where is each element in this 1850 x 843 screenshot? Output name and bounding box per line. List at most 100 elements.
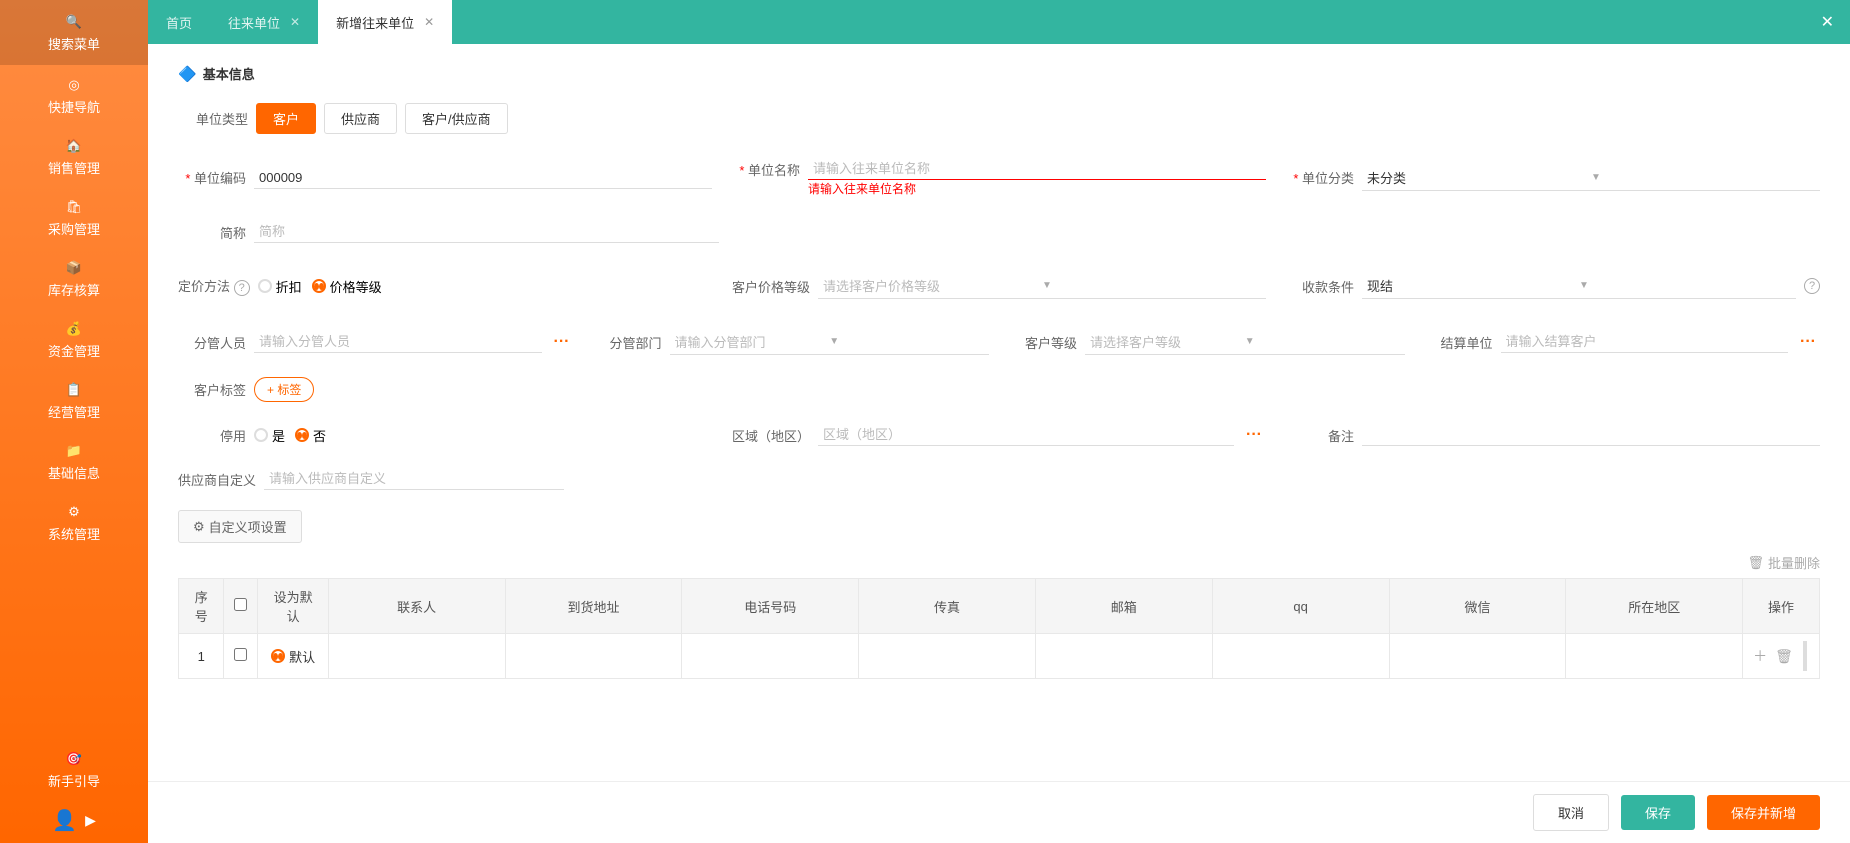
sidebar-bottom: 🎯 新手引导 👤 ▶ <box>0 741 148 843</box>
radio-level[interactable]: 价格等级 <box>312 277 382 296</box>
pricing-method-help-icon[interactable]: ? <box>234 280 250 296</box>
row-wechat-input[interactable] <box>1400 649 1556 664</box>
manager-label: 分管人员 <box>178 333 246 352</box>
custom-settings-button[interactable]: ⚙ 自定义项设置 <box>178 510 302 543</box>
sidebar-item-operations[interactable]: 📋 经营管理 <box>0 370 148 431</box>
save-button[interactable]: 保存 <box>1621 795 1695 830</box>
sidebar-item-inventory[interactable]: 📦 库存核算 <box>0 248 148 309</box>
select-all-checkbox[interactable] <box>234 598 247 611</box>
settlement-more-button[interactable]: ··· <box>1796 333 1820 351</box>
tab-partners[interactable]: 往来单位 ✕ <box>210 0 318 44</box>
operations-icon: 📋 <box>66 382 82 398</box>
customer-level-select[interactable]: 请选择客户等级 ▼ <box>1085 329 1405 355</box>
tab-new-partner-close[interactable]: ✕ <box>424 15 434 29</box>
row-address-input[interactable] <box>516 649 672 664</box>
row-customer-tags: 客户标签 + 标签 <box>178 377 1820 402</box>
region-more-button[interactable]: ··· <box>1242 426 1266 444</box>
btn-customer[interactable]: 客户 <box>256 103 316 134</box>
tab-new-partner[interactable]: 新增往来单位 ✕ <box>318 0 452 44</box>
customer-price-level-select[interactable]: 请选择客户价格等级 ▼ <box>818 273 1266 299</box>
row-wechat-cell <box>1389 634 1566 679</box>
sidebar-item-system[interactable]: ⚙ 系统管理 <box>0 492 148 553</box>
delete-row-icon[interactable]: 🗑 <box>1775 648 1793 665</box>
add-tag-button[interactable]: + 标签 <box>254 377 314 402</box>
row-contact-cell <box>328 634 505 679</box>
chevron-down-icon-payment: ▼ <box>1579 280 1791 291</box>
disable-radio-group: 是 否 <box>254 426 326 445</box>
remark-input[interactable] <box>1362 424 1820 446</box>
chevron-down-icon-level: ▼ <box>1245 336 1400 347</box>
unit-type-buttons: 客户 供应商 客户/供应商 <box>256 103 508 134</box>
btn-supplier[interactable]: 供应商 <box>324 103 397 134</box>
unit-name-input[interactable] <box>808 158 1266 180</box>
row-region-input[interactable] <box>1576 649 1732 664</box>
dept-select[interactable]: 请输入分管部门 ▼ <box>670 329 990 355</box>
sidebar-search-label: 搜索菜单 <box>48 34 100 53</box>
row-actions-cell: ＋ 🗑 <box>1743 634 1820 679</box>
section-icon: 🔷 <box>178 65 197 83</box>
unit-category-value: 未分类 <box>1367 168 1591 187</box>
row-default-radio[interactable]: 默认 <box>268 647 317 666</box>
contacts-table: 序号 设为默认 联系人 到货地址 电话号码 传真 邮箱 qq 微信 所在地区 <box>178 578 1820 679</box>
row-qq-input[interactable] <box>1223 649 1379 664</box>
radio-discount[interactable]: 折扣 <box>258 277 302 296</box>
system-icon: ⚙ <box>68 504 80 520</box>
row-phone-input[interactable] <box>692 649 848 664</box>
row-address-cell <box>505 634 682 679</box>
radio-no[interactable]: 否 <box>295 426 326 445</box>
field-unit-category: 单位分类 未分类 ▼ <box>1286 150 1820 205</box>
supplier-custom-input[interactable] <box>264 468 564 490</box>
settlement-input[interactable] <box>1501 331 1789 353</box>
user-icon: 👤 <box>52 808 77 833</box>
sidebar: 🔍 搜索菜单 ◎ 快捷导航 🏠 销售管理 🛍 采购管理 📦 库存核算 💰 资金管… <box>0 0 148 843</box>
table-toolbar: 🗑 批量删除 <box>178 553 1820 572</box>
row-drag-handle[interactable] <box>1803 641 1807 671</box>
abbr-input[interactable] <box>254 221 719 243</box>
main-area: 首页 往来单位 ✕ 新增往来单位 ✕ ✕ 🔷 基本信息 单位类型 客户 供应商 … <box>148 0 1850 843</box>
sidebar-user-area[interactable]: 👤 ▶ <box>0 798 148 843</box>
field-region: 区域（地区） ··· <box>732 416 1266 454</box>
sidebar-item-quick-nav[interactable]: ◎ 快捷导航 <box>0 65 148 126</box>
tab-home[interactable]: 首页 <box>148 0 210 44</box>
unit-category-label: 单位分类 <box>1286 168 1354 187</box>
sidebar-item-sales[interactable]: 🏠 销售管理 <box>0 126 148 187</box>
row-fax-input[interactable] <box>869 649 1025 664</box>
col-contact: 联系人 <box>328 579 505 634</box>
expand-icon: ▶ <box>85 812 96 829</box>
col-phone: 电话号码 <box>682 579 859 634</box>
manager-more-button[interactable]: ··· <box>550 333 574 351</box>
sidebar-item-guide[interactable]: 🎯 新手引导 <box>0 741 148 798</box>
delete-icon: 🗑 <box>1747 555 1764 571</box>
field-customer-price-level: 客户价格等级 请选择客户价格等级 ▼ <box>732 265 1266 307</box>
unit-code-input[interactable] <box>254 167 712 189</box>
col-fax: 传真 <box>859 579 1036 634</box>
pricing-radio-group: 折扣 价格等级 <box>258 277 382 296</box>
row-email-input[interactable] <box>1046 649 1202 664</box>
section-basic-info: 🔷 基本信息 <box>178 64 1820 83</box>
sidebar-search[interactable]: 🔍 搜索菜单 <box>0 0 148 65</box>
radio-yes[interactable]: 是 <box>254 426 285 445</box>
row-disable-region: 停用 是 否 区域（地区） ··· 备注 <box>178 416 1820 454</box>
sidebar-item-base[interactable]: 📁 基础信息 <box>0 431 148 492</box>
payment-terms-select[interactable]: 现结 ▼ <box>1362 273 1796 299</box>
tab-partners-close[interactable]: ✕ <box>290 15 300 29</box>
region-input[interactable] <box>818 424 1234 446</box>
customer-tag-label: 客户标签 <box>178 380 246 399</box>
radio-no-circle <box>295 428 309 442</box>
sidebar-item-finance[interactable]: 💰 资金管理 <box>0 309 148 370</box>
col-region: 所在地区 <box>1566 579 1743 634</box>
unit-category-select[interactable]: 未分类 ▼ <box>1362 165 1820 191</box>
customer-level-label: 客户等级 <box>1009 333 1077 352</box>
sidebar-item-purchase[interactable]: 🛍 采购管理 <box>0 187 148 248</box>
window-close-button[interactable]: ✕ <box>1805 12 1850 32</box>
cancel-button[interactable]: 取消 <box>1533 794 1609 831</box>
manager-input[interactable] <box>254 331 542 353</box>
save-new-button[interactable]: 保存并新增 <box>1707 795 1820 830</box>
batch-delete-button[interactable]: 🗑 批量删除 <box>1747 553 1820 572</box>
payment-terms-help-icon[interactable]: ? <box>1804 278 1820 294</box>
row-contact-input[interactable] <box>339 649 495 664</box>
add-row-icon[interactable]: ＋ <box>1753 646 1767 666</box>
btn-both[interactable]: 客户/供应商 <box>405 103 508 134</box>
col-default: 设为默认 <box>258 579 328 634</box>
row-checkbox[interactable] <box>234 648 247 661</box>
